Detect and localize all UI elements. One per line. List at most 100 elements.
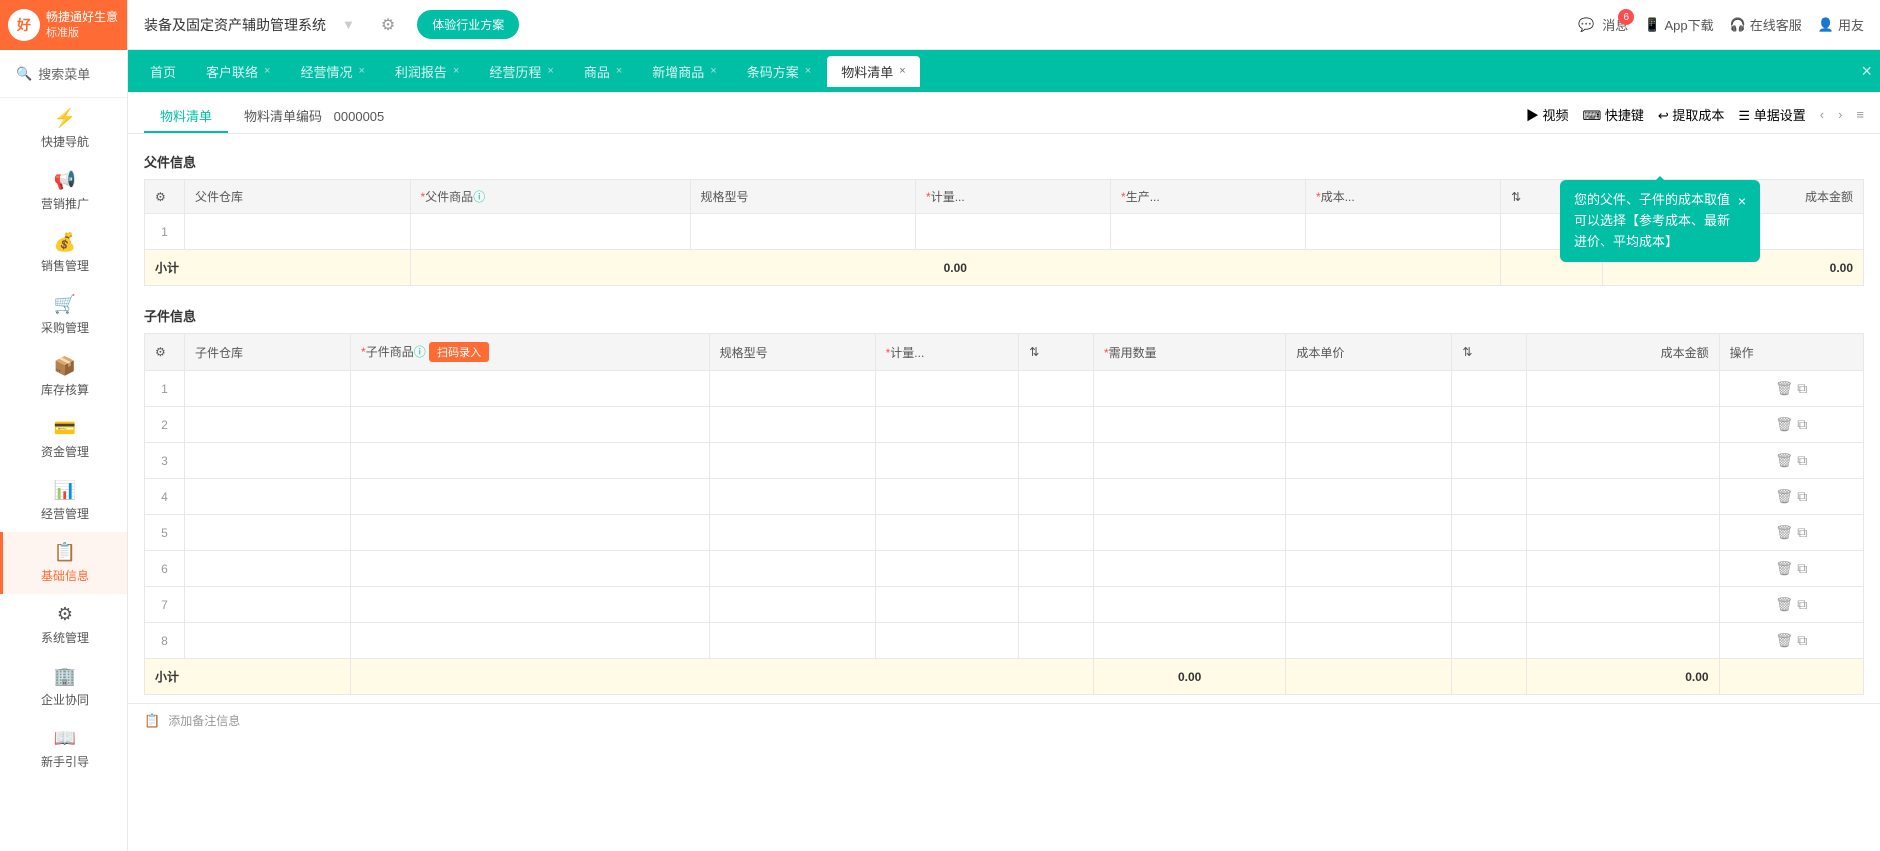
nav-menu[interactable]: ≡ [1856,107,1864,122]
tooltip-close-button[interactable]: × [1738,190,1746,212]
child-measure-cell-1[interactable] [875,371,1019,407]
tab-profit-close[interactable]: × [453,65,459,77]
child-goods-cell-5[interactable] [351,515,710,551]
child-warehouse-cell-5[interactable] [185,515,351,551]
child-goods-cell-7[interactable] [351,587,710,623]
child-measure-cell-5[interactable] [875,515,1019,551]
child-spec-cell-3[interactable] [709,443,875,479]
child-measure-cell-3[interactable] [875,443,1019,479]
close-all-tabs[interactable]: × [1861,61,1872,82]
child-qty-cell-7[interactable] [1093,587,1285,623]
copy-icon-3[interactable]: ⧉ [1797,452,1807,469]
child-spec-cell-6[interactable] [709,551,875,587]
tab-barcode-close[interactable]: × [805,65,811,77]
parent-production-cell[interactable] [1111,214,1306,250]
child-spec-cell-7[interactable] [709,587,875,623]
tab-history-close[interactable]: × [547,65,553,77]
child-unit-cost-cell-2[interactable] [1286,407,1452,443]
tab-home[interactable]: 首页 [136,56,190,87]
sidebar-item-marketing[interactable]: 📢 营销推广 [0,160,127,222]
sidebar-item-basic-info[interactable]: 📋 基础信息 [0,532,127,594]
child-unit-cost-cell-5[interactable] [1286,515,1452,551]
search-menu-button[interactable]: 🔍 搜索菜单 [8,58,119,89]
single-setting-tool[interactable]: ☰ 单据设置 [1738,105,1805,124]
sidebar-item-sales[interactable]: 💰 销售管理 [0,222,127,284]
delete-icon-8[interactable]: 🗑 [1775,632,1793,649]
app-download-action[interactable]: 📱 App下载 [1644,15,1713,34]
parent-goods-cell[interactable] [410,214,690,250]
parent-measure-cell[interactable] [916,214,1111,250]
subtab-list[interactable]: 物料清单 [144,100,228,133]
child-goods-cell-3[interactable] [351,443,710,479]
tab-bom-close[interactable]: × [899,65,905,77]
tab-new-goods-close[interactable]: × [710,65,716,77]
scan-input-button[interactable]: 扫码录入 [429,342,489,362]
child-measure-cell-4[interactable] [875,479,1019,515]
tab-operation-close[interactable]: × [358,65,364,77]
child-measure-cell-8[interactable] [875,623,1019,659]
child-warehouse-cell-7[interactable] [185,587,351,623]
child-qty-cell-8[interactable] [1093,623,1285,659]
tab-customer-close[interactable]: × [264,65,270,77]
child-qty-cell-4[interactable] [1093,479,1285,515]
parent-spec-cell[interactable] [690,214,916,250]
nav-next[interactable]: › [1838,107,1842,122]
child-measure-cell-7[interactable] [875,587,1019,623]
child-unit-cost-cell-7[interactable] [1286,587,1452,623]
child-qty-cell-5[interactable] [1093,515,1285,551]
delete-icon-3[interactable]: 🗑 [1775,452,1793,469]
tab-profit[interactable]: 利润报告 × [381,56,473,87]
sidebar-item-inventory[interactable]: 📦 库存核算 [0,346,127,408]
copy-icon-4[interactable]: ⧉ [1797,488,1807,505]
child-goods-cell-1[interactable] [351,371,710,407]
child-warehouse-cell-8[interactable] [185,623,351,659]
tab-goods[interactable]: 商品 × [570,56,636,87]
child-spec-cell-8[interactable] [709,623,875,659]
child-goods-cell-2[interactable] [351,407,710,443]
sidebar-item-guide[interactable]: 📖 新手引导 [0,718,127,780]
copy-icon-8[interactable]: ⧉ [1797,632,1807,649]
child-unit-cost-cell-1[interactable] [1286,371,1452,407]
parent-cost-cell[interactable] [1306,214,1501,250]
copy-icon-7[interactable]: ⧉ [1797,596,1807,613]
tab-bom[interactable]: 物料清单 × [827,56,919,87]
settings-button[interactable]: ⚙ [371,11,405,39]
message-action[interactable]: 💬 6 消息 [1578,15,1628,34]
delete-icon-1[interactable]: 🗑 [1775,380,1793,397]
delete-icon-5[interactable]: 🗑 [1775,524,1793,541]
child-unit-cost-cell-3[interactable] [1286,443,1452,479]
child-qty-cell-3[interactable] [1093,443,1285,479]
child-qty-cell-2[interactable] [1093,407,1285,443]
child-unit-cost-cell-4[interactable] [1286,479,1452,515]
child-warehouse-cell-1[interactable] [185,371,351,407]
extract-cost-tool[interactable]: ↩ 提取成本 [1658,105,1725,124]
delete-icon-2[interactable]: 🗑 [1775,416,1793,433]
child-spec-cell-1[interactable] [709,371,875,407]
tab-operation[interactable]: 经营情况 × [286,56,378,87]
tab-customer[interactable]: 客户联络 × [192,56,284,87]
child-warehouse-cell-3[interactable] [185,443,351,479]
child-qty-cell-6[interactable] [1093,551,1285,587]
copy-icon-6[interactable]: ⧉ [1797,560,1807,577]
shortcut-tool[interactable]: ⌨ 快捷键 [1582,105,1643,124]
sidebar-item-system[interactable]: ⚙ 系统管理 [0,594,127,656]
delete-icon-6[interactable]: 🗑 [1775,560,1793,577]
child-warehouse-cell-2[interactable] [185,407,351,443]
tab-goods-close[interactable]: × [616,65,622,77]
child-qty-cell-1[interactable] [1093,371,1285,407]
sidebar-item-operation-mgmt[interactable]: 📊 经营管理 [0,470,127,532]
child-warehouse-cell-4[interactable] [185,479,351,515]
child-measure-cell-6[interactable] [875,551,1019,587]
child-spec-cell-2[interactable] [709,407,875,443]
copy-icon-1[interactable]: ⧉ [1797,380,1807,397]
copy-icon-2[interactable]: ⧉ [1797,416,1807,433]
child-measure-cell-2[interactable] [875,407,1019,443]
child-warehouse-cell-6[interactable] [185,551,351,587]
child-unit-cost-cell-6[interactable] [1286,551,1452,587]
sidebar-item-enterprise[interactable]: 🏢 企业协同 [0,656,127,718]
user-action[interactable]: 👤 用友 [1818,15,1864,34]
experience-button[interactable]: 体验行业方案 [417,10,519,39]
copy-icon-5[interactable]: ⧉ [1797,524,1807,541]
delete-icon-4[interactable]: 🗑 [1775,488,1793,505]
view-tool[interactable]: ▶ 视频 [1526,105,1569,124]
